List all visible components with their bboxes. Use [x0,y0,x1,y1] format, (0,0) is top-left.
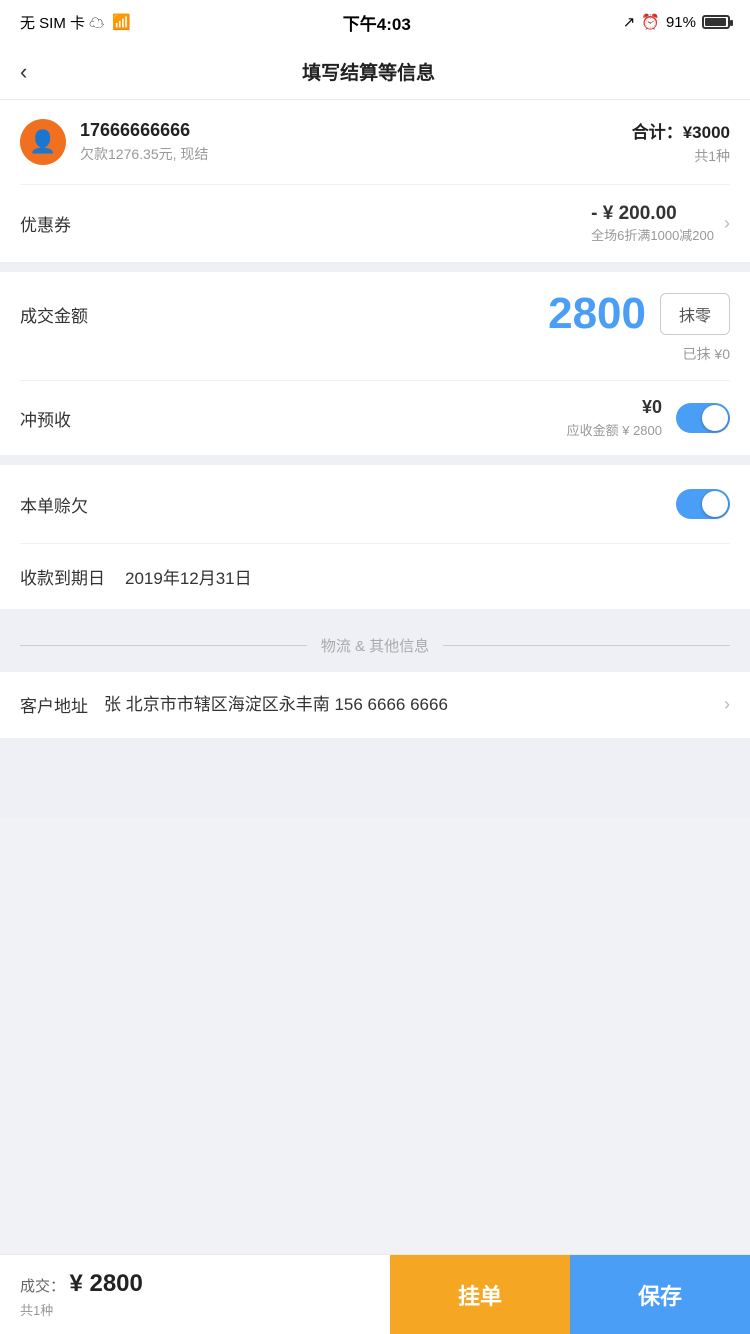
address-row[interactable]: 客户地址 张 北京市市辖区海淀区永丰南 156 6666 6666 › [20,672,730,738]
header-line-right [443,645,730,646]
prepay-sub: 应收金额 ¥ 2800 [567,420,662,439]
wifi-icon: 📶 [112,13,131,31]
avatar-icon: 👤 [29,129,56,155]
coupon-right: - ¥ 200.00 全场6折满1000减200 › [591,203,730,244]
status-bar: 无 SIM 卡 ☁ 📶 下午4:03 ↗ ⏰ 91% [0,0,750,44]
bottom-spacer [0,738,750,818]
back-button[interactable]: ‹ [20,49,37,95]
amount-right: 2800 抹零 [548,292,730,336]
bottom-bar: 成交： ¥ 2800 共1种 挂单 保存 [0,1254,750,1334]
pending-button[interactable]: 挂单 [390,1255,570,1334]
address-content: 张 北京市市辖区海淀区永丰南 156 6666 6666 [104,692,714,718]
due-label: 收款到期日 [20,564,105,589]
address-chevron-icon: › [724,694,730,715]
prepay-right: ¥0 应收金额 ¥ 2800 [567,397,730,439]
address-card: 客户地址 张 北京市市辖区海淀区永丰南 156 6666 6666 › [0,672,750,738]
status-right: ↗ ⏰ 91% [623,13,730,31]
prepay-label: 冲预收 [20,406,71,431]
no-sim-text: 无 SIM 卡 ☁ [20,12,104,33]
due-date-value: 2019年12月31日 [125,564,252,589]
coupon-chevron-icon: › [724,213,730,234]
debit-toggle[interactable] [676,489,730,519]
customer-phone: 17666666666 [80,120,632,141]
address-label: 客户地址 [20,692,88,717]
location-icon: ↗ [623,13,636,31]
prepay-amount: ¥0 [567,397,662,418]
bottom-deal-row: 成交： ¥ 2800 [20,1270,370,1298]
amount-row: 成交金额 2800 抹零 [20,272,730,344]
bottom-deal-label: 成交： [20,1278,65,1295]
coupon-desc: 全场6折满1000减200 [591,225,714,244]
battery-percent: 91% [666,14,696,31]
debit-row: 本单赊欠 [20,465,730,543]
total-count: 共1种 [632,146,730,166]
coupon-row[interactable]: 优惠券 - ¥ 200.00 全场6折满1000减200 › [20,185,730,262]
nav-bar: ‹ 填写结算等信息 [0,44,750,100]
section-divider-3 [0,609,750,619]
toggle-knob [702,405,728,431]
debit-label: 本单赊欠 [20,492,88,517]
status-time: 下午4:03 [343,10,411,35]
logistics-label: 物流 & 其他信息 [321,635,429,656]
customer-total: 合计：¥3000 共1种 [632,118,730,166]
bottom-count: 共1种 [20,1300,370,1319]
save-button[interactable]: 保存 [570,1255,750,1334]
alarm-icon: ⏰ [641,13,660,31]
status-left: 无 SIM 卡 ☁ 📶 [20,12,131,33]
prepay-toggle[interactable] [676,403,730,433]
due-date-row: 收款到期日 2019年12月31日 [20,543,730,609]
section-divider-2 [0,455,750,465]
bottom-amount: ¥ 2800 [69,1270,142,1297]
debit-toggle-knob [702,491,728,517]
customer-info: 17666666666 欠款1276.35元, 现结 [80,120,632,164]
header-line-left [20,645,307,646]
prepay-row: 冲预收 ¥0 应收金额 ¥ 2800 [20,380,730,455]
debit-card: 本单赊欠 收款到期日 2019年12月31日 [0,465,750,609]
customer-sub-info: 欠款1276.35元, 现结 [80,144,632,164]
deal-amount-value: 2800 [548,292,646,336]
customer-card: 👤 17666666666 欠款1276.35元, 现结 合计：¥3000 共1… [0,100,750,262]
amount-sub: 已抹 ¥0 [20,344,730,380]
prepay-amount-block: ¥0 应收金额 ¥ 2800 [567,397,662,439]
avatar: 👤 [20,119,66,165]
customer-row: 👤 17666666666 欠款1276.35元, 现结 合计：¥3000 共1… [20,100,730,185]
deal-card: 成交金额 2800 抹零 已抹 ¥0 冲预收 ¥0 应收金额 ¥ 2800 [0,272,750,455]
round-button[interactable]: 抹零 [660,293,730,335]
bottom-summary: 成交： ¥ 2800 共1种 [0,1255,390,1334]
coupon-discount: - ¥ 200.00 [591,203,714,225]
total-amount: 合计：¥3000 [632,118,730,143]
section-divider-1 [0,262,750,272]
logistics-section-header: 物流 & 其他信息 [0,619,750,672]
amount-label: 成交金额 [20,302,88,327]
battery-icon [702,15,730,29]
page-title: 填写结算等信息 [37,58,700,85]
coupon-label: 优惠券 [20,211,71,236]
